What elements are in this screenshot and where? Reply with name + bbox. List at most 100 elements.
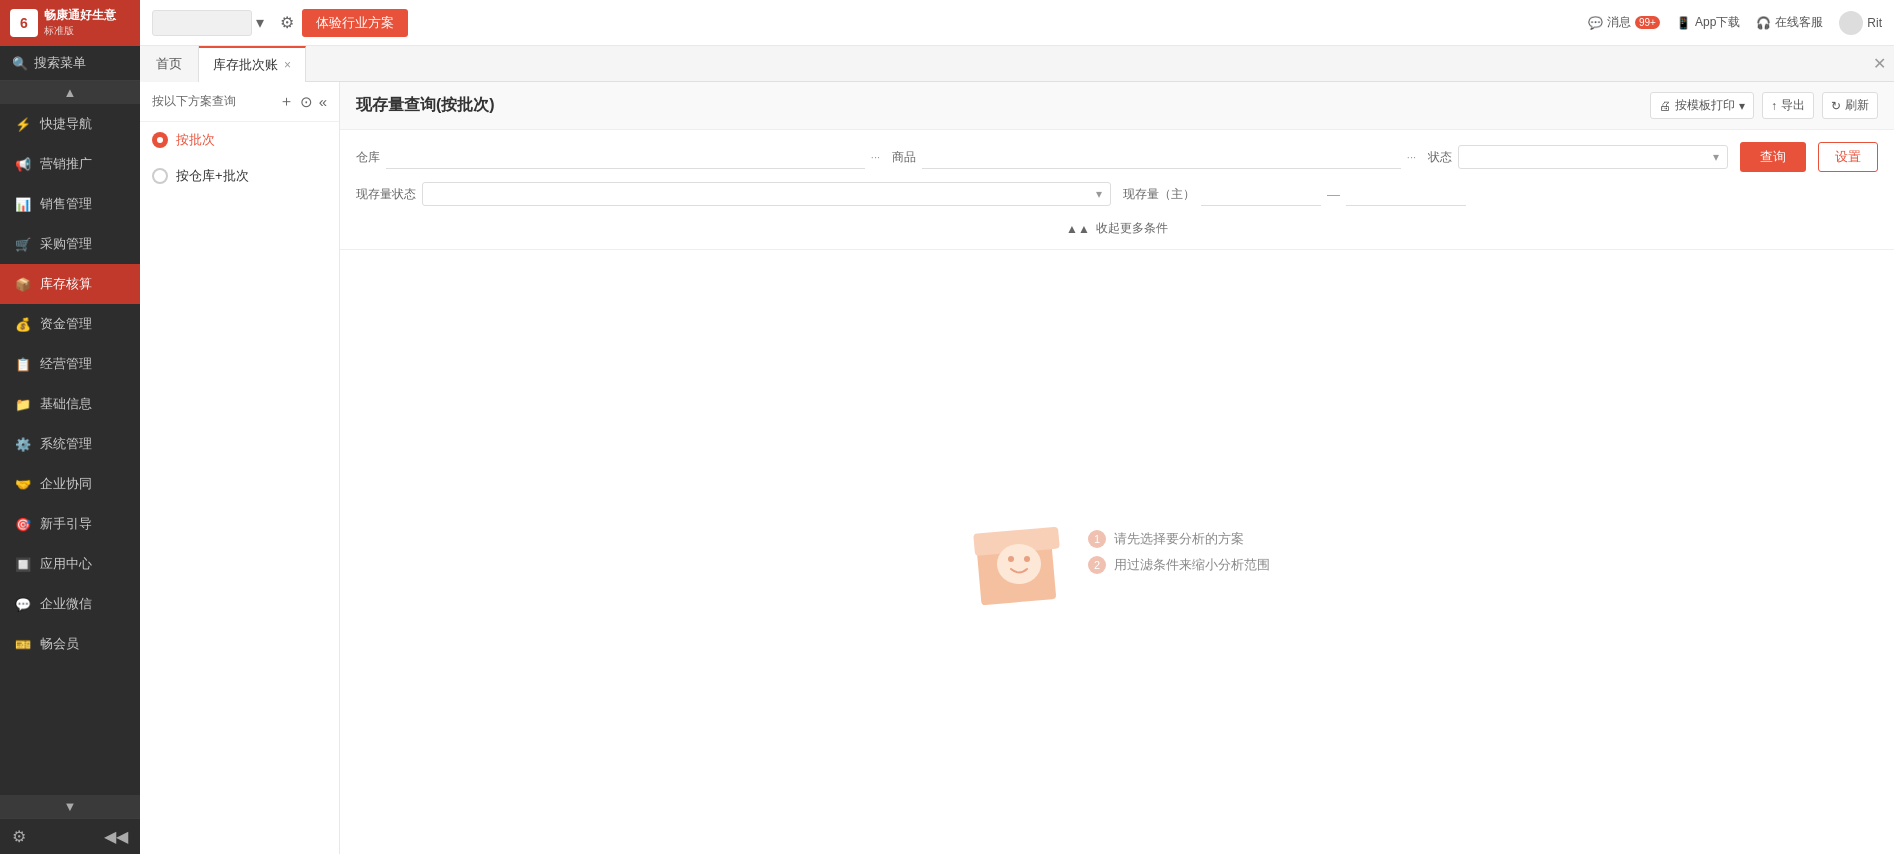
topbar: ▾ ⚙ 体验行业方案 💬 消息 99+ 📱 App下载 🎧 在线客服 Rit [140,0,1894,46]
sidebar-item-purchase[interactable]: 🛒采购管理 [0,224,140,264]
tabbar: 首页 库存批次账 × ✕ [140,46,1894,82]
scheme-item-by-warehouse-batch[interactable]: 按仓库+批次 [140,158,339,194]
collapse-label: 收起更多条件 [1096,220,1168,237]
experience-industry-button[interactable]: 体验行业方案 [302,9,408,37]
collapse-up-icon: ▲▲ [1066,222,1090,236]
sidebar-scroll-down[interactable]: ▼ [0,795,140,818]
sidebar-item-operations[interactable]: 📋经营管理 [0,344,140,384]
collapse-filter-row[interactable]: ▲▲ 收起更多条件 [356,216,1878,237]
export-button[interactable]: ↑ 导出 [1762,92,1814,119]
nav-label-newbie: 新手引导 [40,515,92,533]
filter-product: 商品 ··· [892,146,1416,169]
content-area: 按以下方案查询 ＋ ⊙ « 按批次 按仓库+批次 现存量查询(按批次) [140,82,1894,854]
tab-close-icon[interactable]: × [284,58,291,72]
tab-inventory-batch[interactable]: 库存批次账 × [199,46,306,82]
settings-scheme-icon[interactable]: ⊙ [300,93,313,111]
filter-warehouse-input[interactable] [386,146,865,169]
print-icon: 🖨 [1659,99,1671,113]
nav-icon-members: 🎫 [14,635,32,653]
nav-icon-marketing: 📢 [14,155,32,173]
nav-icon-app-center: 🔲 [14,555,32,573]
sidebar-search-item[interactable]: 🔍 搜索菜单 [0,46,140,81]
sidebar-item-quick-nav[interactable]: ⚡快捷导航 [0,104,140,144]
nav-label-basic-info: 基础信息 [40,395,92,413]
online-service-button[interactable]: 🎧 在线客服 [1756,14,1823,31]
nav-icon-inventory: 📦 [14,275,32,293]
sidebar-item-inventory[interactable]: 📦库存核算 [0,264,140,304]
filter-status-select[interactable]: ▾ [1458,145,1728,169]
user-menu-button[interactable]: Rit [1839,11,1882,35]
filter-inventory-qty: 现存量（主） — [1123,183,1878,206]
collapse-panel-icon[interactable]: « [319,93,327,110]
message-button[interactable]: 💬 消息 99+ [1588,14,1660,31]
settings-button[interactable]: 设置 [1818,142,1878,172]
status-dropdown-arrow: ▾ [1713,150,1719,164]
inventory-status-dropdown-arrow: ▾ [1096,187,1102,201]
sidebar-logo: 6 [10,9,38,37]
page-title: 现存量查询(按批次) [356,95,495,116]
gear-icon[interactable]: ⚙ [280,13,294,32]
filter-product-input[interactable] [922,146,1401,169]
empty-tip-2: 2 用过滤条件来缩小分析范围 [1088,556,1270,574]
left-panel-header: 按以下方案查询 ＋ ⊙ « [140,82,339,122]
sidebar-item-finance[interactable]: 💰资金管理 [0,304,140,344]
refresh-icon: ↻ [1831,99,1841,113]
filter-product-label: 商品 [892,149,916,166]
nav-icon-enterprise: 🤝 [14,475,32,493]
topbar-search-box[interactable] [152,10,252,36]
filter-inventory-qty-label: 现存量（主） [1123,186,1195,203]
empty-state: 1 请先选择要分析的方案 2 用过滤条件来缩小分析范围 [340,250,1894,854]
dropdown-icon[interactable]: ▾ [256,13,264,32]
settings-icon[interactable]: ⚙ [12,827,26,846]
sidebar-item-marketing[interactable]: 📢 营销推广 [0,144,140,184]
nav-icon-finance: 💰 [14,315,32,333]
scheme-label-by-batch: 按批次 [176,131,215,149]
sidebar-item-app-center[interactable]: 🔲 应用中心 [0,544,140,584]
svg-point-3 [1008,556,1014,562]
nav-icon-system: ⚙️ [14,435,32,453]
filter-inventory-status-select[interactable]: ▾ [422,182,1111,206]
collapse-sidebar-icon[interactable]: ◀◀ [104,827,128,846]
filter-row-2: 现存量状态 ▾ 现存量（主） — [356,182,1878,206]
empty-illustration [964,502,1064,602]
nav-label-marketing: 营销推广 [40,155,92,173]
filter-qty-max-input[interactable] [1346,183,1466,206]
tabbar-close-button[interactable]: ✕ [1873,54,1886,73]
print-dropdown-icon: ▾ [1739,99,1745,113]
empty-tip-1: 1 请先选择要分析的方案 [1088,530,1270,548]
sidebar-item-sales[interactable]: 📊 销售管理 [0,184,140,224]
sidebar-scroll-up[interactable]: ▲ [0,81,140,104]
scheme-item-by-batch[interactable]: 按批次 [140,122,339,158]
nav-icon-sales: 📊 [14,195,32,213]
filter-qty-min-input[interactable] [1201,183,1321,206]
warehouse-more-icon[interactable]: ··· [871,151,880,163]
filter-warehouse-label: 仓库 [356,149,380,166]
sidebar-header: 6 畅康通好生意 标准版 [0,0,140,46]
nav-icon-newbie: 🎯 [14,515,32,533]
print-button[interactable]: 🖨 按模板打印 ▾ [1650,92,1754,119]
sidebar-item-newbie[interactable]: 🎯 新手引导 [0,504,140,544]
sidebar-item-basic-info[interactable]: 📁基础信息 [0,384,140,424]
sidebar-search-label: 搜索菜单 [34,54,86,72]
query-button[interactable]: 查询 [1740,142,1806,172]
nav-label-sales: 销售管理 [40,195,92,213]
page-title-actions: 🖨 按模板打印 ▾ ↑ 导出 ↻ 刷新 [1650,92,1878,119]
add-scheme-icon[interactable]: ＋ [279,92,294,111]
sidebar-item-system[interactable]: ⚙️ 系统管理 [0,424,140,464]
nav-label-quick-nav: 快捷导航 [40,115,92,133]
tab-home[interactable]: 首页 [140,46,199,82]
product-more-icon[interactable]: ··· [1407,151,1416,163]
nav-label-members: 畅会员 [40,635,79,653]
app-download-button[interactable]: 📱 App下载 [1676,14,1740,31]
sidebar-nav: ⚡快捷导航 📢 营销推广 📊 销售管理 🛒采购管理📦库存核算💰资金管理📋经营管理📁基础信息… [0,104,140,795]
sidebar: 6 畅康通好生意 标准版 🔍 搜索菜单 ▲ ⚡快捷导航 📢 营销推广 📊 销售管理 🛒采购… [0,0,140,854]
svg-point-4 [1024,556,1030,562]
sidebar-item-wechat[interactable]: 💬企业微信 [0,584,140,624]
sidebar-item-members[interactable]: 🎫 畅会员 [0,624,140,664]
nav-label-app-center: 应用中心 [40,555,92,573]
nav-label-operations: 经营管理 [40,355,92,373]
sidebar-item-enterprise[interactable]: 🤝企业协同 [0,464,140,504]
refresh-button[interactable]: ↻ 刷新 [1822,92,1878,119]
nav-label-system: 系统管理 [40,435,92,453]
range-dash: — [1327,187,1340,202]
